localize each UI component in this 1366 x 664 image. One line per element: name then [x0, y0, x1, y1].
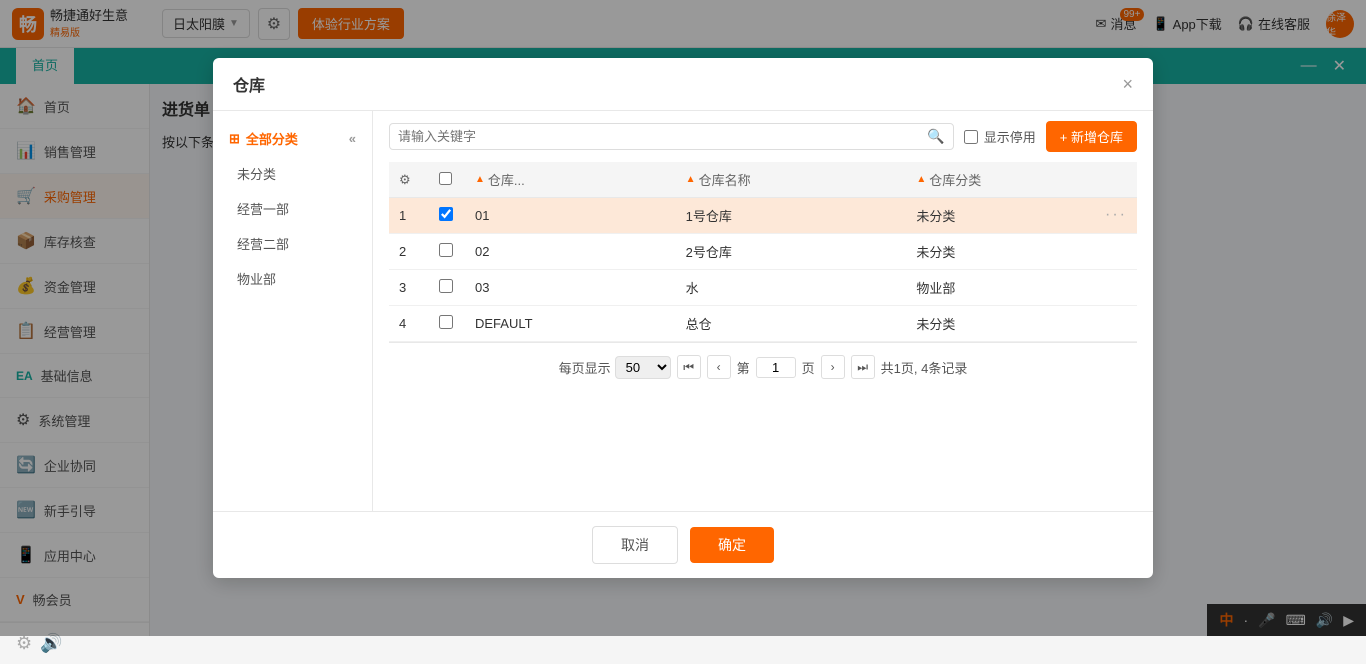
sort-category-icon: ▲	[916, 174, 926, 185]
row-code: DEFAULT	[465, 306, 676, 342]
row-name: 总仓	[676, 306, 907, 342]
modal-footer: 取消 确定	[213, 511, 1153, 578]
search-input[interactable]	[398, 129, 921, 144]
volume-icon[interactable]: 🔊	[40, 633, 62, 654]
row-index: 4	[389, 306, 429, 342]
table-row[interactable]: 2 02 2号仓库 未分类	[389, 234, 1137, 270]
page-info: 共1页, 4条记录	[881, 358, 968, 377]
select-all-checkbox[interactable]	[439, 172, 452, 185]
category-panel: ⊞ 全部分类 « 未分类 经营一部 经营二部 物业部	[213, 111, 373, 511]
col-settings-header: ⚙	[389, 162, 429, 198]
category-operations1[interactable]: 经营一部	[213, 191, 372, 226]
row-name: 水	[676, 270, 907, 306]
row-code: 02	[465, 234, 676, 270]
category-operations2[interactable]: 经营二部	[213, 226, 372, 261]
row-code: 03	[465, 270, 676, 306]
next-page-btn[interactable]: ›	[821, 355, 845, 379]
search-icon: 🔍	[927, 128, 944, 145]
modal-header: 仓库 ×	[213, 58, 1153, 111]
row-checkbox[interactable]	[429, 306, 465, 342]
col-category-header: ▲ 仓库分类	[906, 162, 1137, 198]
row-code: 01	[465, 198, 676, 234]
row-category: 未分类	[906, 306, 1137, 342]
row-index: 2	[389, 234, 429, 270]
per-page-selector: 每页显示 50 100	[559, 356, 671, 379]
collapse-panel-icon[interactable]: «	[349, 131, 356, 146]
pagination: 每页显示 50 100 ⏮ ‹ 第 页 › ⏭ 共1页, 4条记录	[389, 342, 1137, 391]
cat-toolbar: 🔍 显示停用 + 新增仓库	[389, 121, 1137, 152]
last-page-btn[interactable]: ⏭	[851, 355, 875, 379]
settings-bottom-icon[interactable]: ⚙	[16, 633, 32, 654]
first-page-btn[interactable]: ⏮	[677, 355, 701, 379]
prev-page-btn[interactable]: ‹	[707, 355, 731, 379]
category-property[interactable]: 物业部	[213, 261, 372, 296]
row-category: 物业部	[906, 270, 1137, 306]
row-checkbox[interactable]	[429, 198, 465, 234]
grid-icon: ⊞	[229, 131, 240, 147]
row-checkbox[interactable]	[429, 234, 465, 270]
row-name: 1号仓库	[676, 198, 907, 234]
modal-body: ⊞ 全部分类 « 未分类 经营一部 经营二部 物业部 🔍	[213, 111, 1153, 511]
row-index: 1	[389, 198, 429, 234]
table-row[interactable]: 4 DEFAULT 总仓 未分类	[389, 306, 1137, 342]
row-category: 未分类 ···	[906, 198, 1137, 234]
show-disabled-label: 显示停用	[964, 127, 1036, 146]
show-disabled-checkbox[interactable]	[964, 130, 978, 144]
row-category: 未分类	[906, 234, 1137, 270]
col-checkbox-header	[429, 162, 465, 198]
modal-close-button[interactable]: ×	[1122, 74, 1133, 95]
search-box: 🔍	[389, 123, 954, 150]
sort-name-icon: ▲	[686, 174, 696, 185]
warehouse-content: 🔍 显示停用 + 新增仓库 ⚙	[373, 111, 1153, 511]
modal-title: 仓库	[233, 72, 265, 96]
row-index: 3	[389, 270, 429, 306]
row-actions-icon[interactable]: ···	[1105, 206, 1127, 224]
category-unclassified[interactable]: 未分类	[213, 156, 372, 191]
per-page-select[interactable]: 50 100	[615, 356, 671, 379]
row-checkbox[interactable]	[429, 270, 465, 306]
col-code-header: ▲ 仓库...	[465, 162, 676, 198]
row-name: 2号仓库	[676, 234, 907, 270]
add-warehouse-button[interactable]: + 新增仓库	[1046, 121, 1137, 152]
warehouse-modal: 仓库 × ⊞ 全部分类 « 未分类 经营一部 经营二部 物业部	[213, 58, 1153, 578]
cancel-button[interactable]: 取消	[592, 526, 678, 564]
sort-code-icon: ▲	[475, 174, 485, 185]
warehouse-table: ⚙ ▲ 仓库...	[389, 162, 1137, 342]
confirm-button[interactable]: 确定	[690, 527, 774, 563]
table-row[interactable]: 3 03 水 物业部	[389, 270, 1137, 306]
table-row[interactable]: 1 01 1号仓库 未分类 ···	[389, 198, 1137, 234]
all-categories-btn[interactable]: ⊞ 全部分类 «	[213, 121, 372, 156]
col-name-header: ▲ 仓库名称	[676, 162, 907, 198]
page-number-input[interactable]	[756, 357, 796, 378]
modal-overlay: 仓库 × ⊞ 全部分类 « 未分类 经营一部 经营二部 物业部	[0, 0, 1366, 636]
